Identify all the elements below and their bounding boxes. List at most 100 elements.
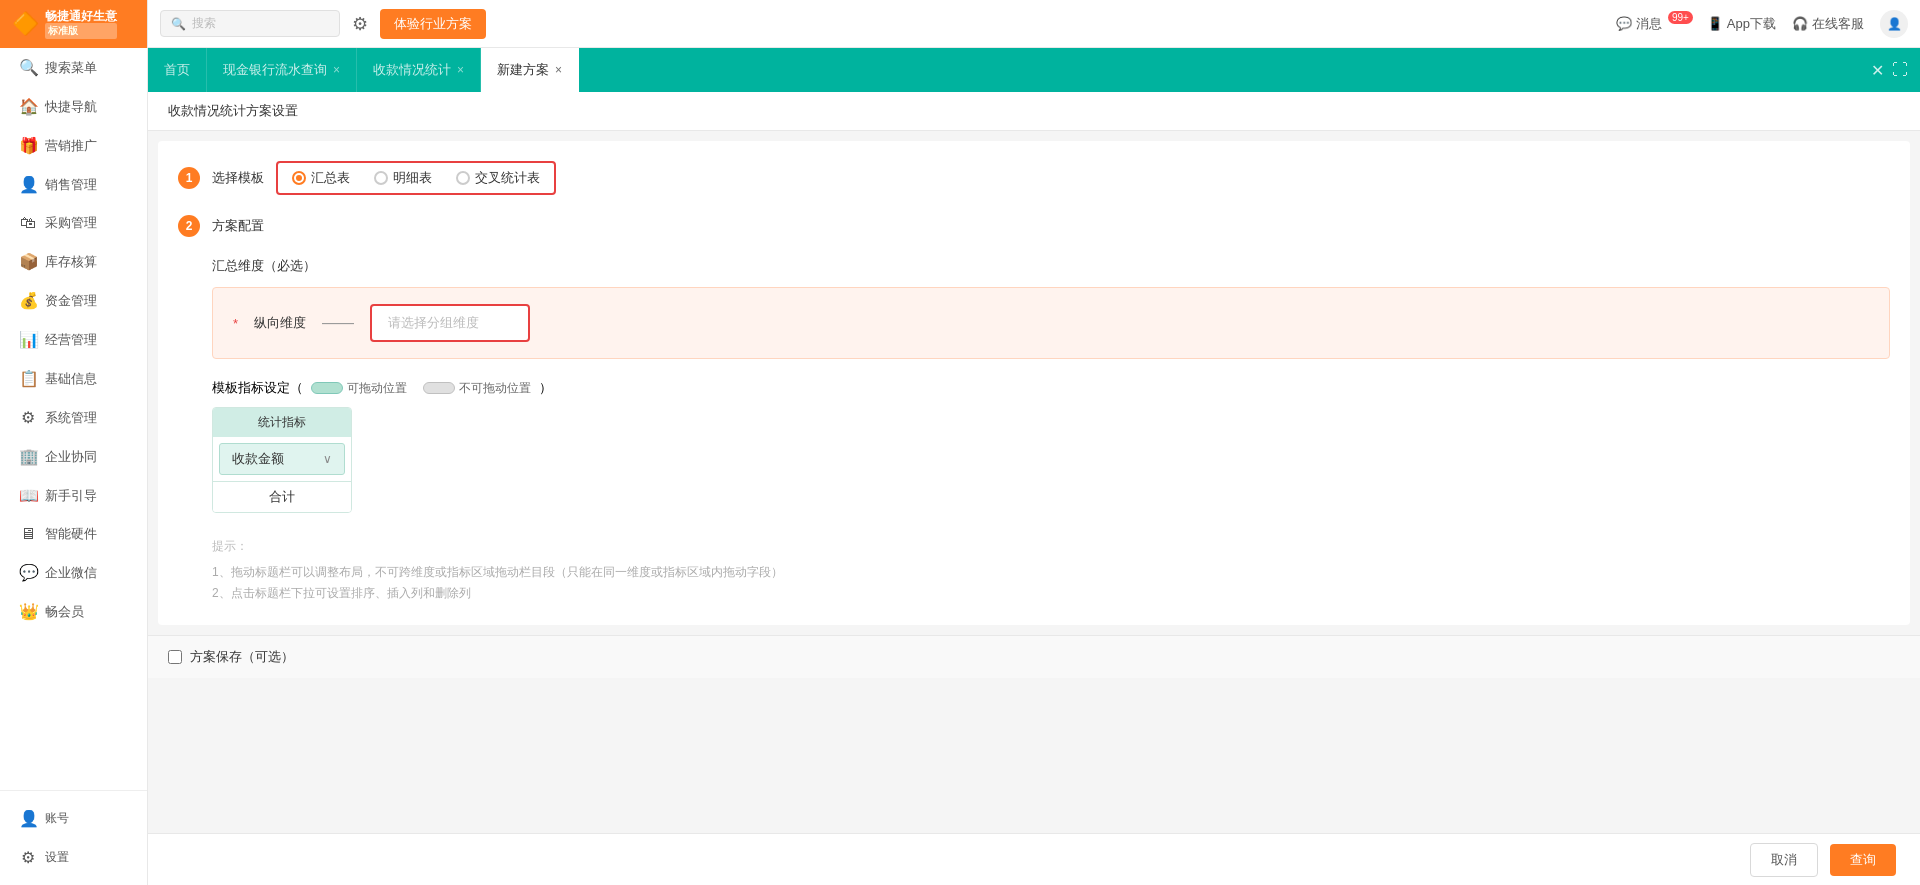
sidebar-item-bottom1[interactable]: 👤 账号 <box>0 799 147 838</box>
sidebar-item-search[interactable]: 🔍 搜索菜单 <box>0 48 147 87</box>
radio-summary[interactable]: 汇总表 <box>292 169 350 187</box>
footer-bar: 取消 查询 <box>148 833 1920 885</box>
sales-icon: 👤 <box>19 175 37 194</box>
search-icon: 🔍 <box>19 58 37 77</box>
tab-label-receipts: 收款情况统计 <box>373 61 451 79</box>
indicator-tag-amount[interactable]: 收款金额 ∨ <box>219 443 345 475</box>
save-option-bar: 方案保存（可选） <box>148 635 1920 678</box>
notification-icon: 💬 <box>1616 16 1632 31</box>
tips-area: 提示： 1、拖动标题栏可以调整布局，不可跨维度或指标区域拖动栏目段（只能在同一维… <box>212 536 1890 605</box>
tab-label-bank: 现金银行流水查询 <box>223 61 327 79</box>
tab-close-receipts[interactable]: × <box>457 63 464 77</box>
content-area: 收款情况统计方案设置 1 选择模板 汇总表 明细表 <box>148 92 1920 885</box>
logo-icon: 🔶 <box>12 11 39 37</box>
close-window-icon[interactable]: ✕ <box>1871 61 1884 80</box>
main-area: 🔍 搜索 ⚙ 体验行业方案 💬 消息 99+ 📱 App下载 🎧 在线客服 👤 <box>148 0 1920 885</box>
sidebar-item-quicknav[interactable]: 🏠 快捷导航 <box>0 87 147 126</box>
wechat-icon: 💬 <box>19 563 37 582</box>
sidebar: 🔶 畅捷通好生意 标准版 🔍 搜索菜单 🏠 快捷导航 🎁 营销推广 👤 销售管理… <box>0 0 148 885</box>
form-area: 1 选择模板 汇总表 明细表 交叉统计表 <box>158 141 1910 625</box>
indicator-title-end: ） <box>539 379 552 397</box>
sidebar-item-basic[interactable]: 📋 基础信息 <box>0 359 147 398</box>
tab-home[interactable]: 首页 <box>148 48 207 92</box>
tab-newplan[interactable]: 新建方案× <box>481 48 579 92</box>
dimension-select[interactable]: 请选择分组维度 <box>370 304 530 342</box>
radio-detail[interactable]: 明细表 <box>374 169 432 187</box>
sidebar-logo: 🔶 畅捷通好生意 标准版 <box>0 0 147 48</box>
sidebar-item-label-sales: 销售管理 <box>45 176 97 194</box>
topbar-right: 💬 消息 99+ 📱 App下载 🎧 在线客服 👤 <box>1616 10 1908 38</box>
tab-label-home: 首页 <box>164 61 190 79</box>
sidebar-item-label-member: 畅会员 <box>45 603 84 621</box>
sidebar-bottom-label1: 账号 <box>45 810 69 827</box>
sidebar-item-sales[interactable]: 👤 销售管理 <box>0 165 147 204</box>
settings-icon: ⚙ <box>19 848 37 867</box>
page-header: 收款情况统计方案设置 <box>148 92 1920 131</box>
sidebar-item-hardware[interactable]: 🖥 智能硬件 <box>0 515 147 553</box>
step2-num: 2 <box>178 215 200 237</box>
sidebar-item-wechat[interactable]: 💬 企业微信 <box>0 553 147 592</box>
search-icon: 🔍 <box>171 17 186 31</box>
dimension-row: * 纵向维度 —— 请选择分组维度 <box>233 304 1869 342</box>
tabbar: 首页现金银行流水查询×收款情况统计×新建方案× ✕ ⛶ <box>148 48 1920 92</box>
required-label: * <box>233 316 238 331</box>
sidebar-item-guide[interactable]: 📖 新手引导 <box>0 476 147 515</box>
dimension-title: 汇总维度（必选） <box>212 257 1890 275</box>
tab-receipts[interactable]: 收款情况统计 × <box>357 48 481 92</box>
marketing-icon: 🎁 <box>19 136 37 155</box>
step1-label: 选择模板 <box>212 169 264 187</box>
industry-btn[interactable]: 体验行业方案 <box>380 9 486 39</box>
basic-icon: 📋 <box>19 369 37 388</box>
tab-bank[interactable]: 现金银行流水查询 × <box>207 48 357 92</box>
legend-draggable: 可拖动位置 <box>311 380 407 397</box>
sidebar-item-label-guide: 新手引导 <box>45 487 97 505</box>
topbar-search-box[interactable]: 🔍 搜索 <box>160 10 340 37</box>
sidebar-item-bottom2[interactable]: ⚙ 设置 <box>0 838 147 877</box>
topbar: 🔍 搜索 ⚙ 体验行业方案 💬 消息 99+ 📱 App下载 🎧 在线客服 👤 <box>148 0 1920 48</box>
sidebar-item-label-marketing: 营销推广 <box>45 137 97 155</box>
tag-label: 收款金额 <box>232 450 284 468</box>
tab-close-bank[interactable]: × <box>333 63 340 77</box>
save-option-label: 方案保存（可选） <box>190 648 294 666</box>
radio-summary-label: 汇总表 <box>311 169 350 187</box>
cancel-button[interactable]: 取消 <box>1750 843 1818 877</box>
sidebar-item-label-inventory: 库存核算 <box>45 253 97 271</box>
fixed-indicator <box>423 382 455 394</box>
sidebar-item-label-finance: 资金管理 <box>45 292 97 310</box>
sidebar-item-label-hardware: 智能硬件 <box>45 525 97 543</box>
support-item[interactable]: 🎧 在线客服 <box>1792 15 1864 33</box>
member-icon: 👑 <box>19 602 37 621</box>
download-item[interactable]: 📱 App下载 <box>1707 15 1776 33</box>
maximize-icon[interactable]: ⛶ <box>1892 61 1908 79</box>
radio-cross-circle <box>456 171 470 185</box>
search-text: 搜索 <box>192 15 216 32</box>
download-label: App下载 <box>1727 15 1776 33</box>
tag-dropdown-icon[interactable]: ∨ <box>323 452 332 466</box>
query-button[interactable]: 查询 <box>1830 844 1896 876</box>
sidebar-item-marketing[interactable]: 🎁 营销推广 <box>0 126 147 165</box>
sidebar-item-inventory[interactable]: 📦 库存核算 <box>0 242 147 281</box>
avatar[interactable]: 👤 <box>1880 10 1908 38</box>
sidebar-item-finance[interactable]: 💰 资金管理 <box>0 281 147 320</box>
radio-detail-circle <box>374 171 388 185</box>
notification-label: 消息 <box>1636 15 1662 33</box>
radio-cross[interactable]: 交叉统计表 <box>456 169 540 187</box>
step1-num: 1 <box>178 167 200 189</box>
sidebar-item-purchase[interactable]: 🛍 采购管理 <box>0 204 147 242</box>
sidebar-item-label-purchase: 采购管理 <box>45 214 97 232</box>
tab-close-newplan[interactable]: × <box>555 63 562 77</box>
notification-item[interactable]: 💬 消息 99+ <box>1616 15 1691 33</box>
save-checkbox[interactable] <box>168 650 182 664</box>
sidebar-item-system[interactable]: ⚙ 系统管理 <box>0 398 147 437</box>
sidebar-item-member[interactable]: 👑 畅会员 <box>0 592 147 631</box>
system-icon: ⚙ <box>19 408 37 427</box>
sidebar-item-business[interactable]: 📊 经营管理 <box>0 320 147 359</box>
sidebar-item-enterprise[interactable]: 🏢 企业协同 <box>0 437 147 476</box>
enterprise-icon: 🏢 <box>19 447 37 466</box>
business-icon: 📊 <box>19 330 37 349</box>
gear-icon[interactable]: ⚙ <box>352 13 368 35</box>
quicknav-icon: 🏠 <box>19 97 37 116</box>
notification-badge: 99+ <box>1668 11 1693 24</box>
step1-row: 1 选择模板 汇总表 明细表 交叉统计表 <box>178 161 1890 195</box>
tabbar-actions: ✕ ⛶ <box>1859 48 1920 92</box>
